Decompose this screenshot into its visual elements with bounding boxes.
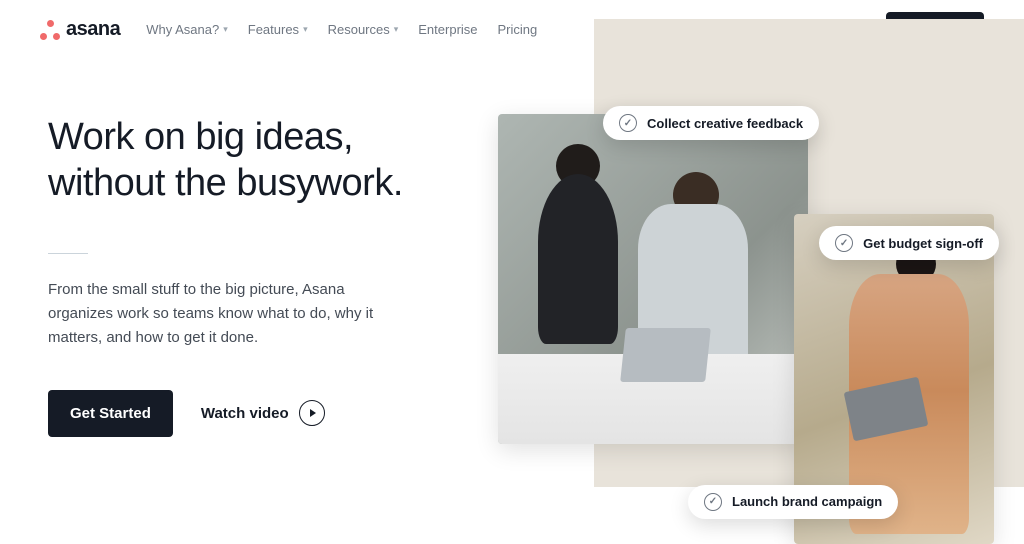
nav-features[interactable]: Features ▾ [248,22,308,37]
nav-item-label: Enterprise [418,22,477,37]
hero: Work on big ideas, without the busywork.… [0,59,1024,437]
asana-logo-icon [40,20,60,40]
task-chip-launch: ✓ Launch brand campaign [688,485,898,519]
hero-copy: Work on big ideas, without the busywork.… [48,114,478,437]
chevron-down-icon: ▾ [394,24,399,35]
watch-video-button[interactable]: Watch video [201,400,325,426]
nav-item-label: Features [248,22,299,37]
primary-nav: Why Asana? ▾ Features ▾ Resources ▾ Ente… [146,22,537,37]
task-chip-label: Collect creative feedback [647,116,803,131]
hero-photo-main [498,114,808,444]
nav-item-label: Resources [328,22,390,37]
check-icon: ✓ [704,493,722,511]
task-chip-feedback: ✓ Collect creative feedback [603,106,819,140]
task-chip-budget: ✓ Get budget sign-off [819,226,999,260]
hero-get-started-button[interactable]: Get Started [48,390,173,437]
play-icon [299,400,325,426]
nav-enterprise[interactable]: Enterprise [418,22,477,37]
chevron-down-icon: ▾ [223,24,228,35]
brand-logo[interactable]: asana [40,18,120,41]
hero-subcopy: From the small stuff to the big picture,… [48,278,408,350]
nav-item-label: Why Asana? [146,22,219,37]
check-icon: ✓ [619,114,637,132]
nav-resources[interactable]: Resources ▾ [328,22,399,37]
hero-headline-line2: without the busywork. [48,162,403,204]
hero-divider [48,253,88,254]
chevron-down-icon: ▾ [303,24,308,35]
hero-headline-line1: Work on big ideas, [48,116,353,158]
task-chip-label: Get budget sign-off [863,236,983,251]
check-icon: ✓ [835,234,853,252]
nav-item-label: Pricing [498,22,538,37]
nav-pricing[interactable]: Pricing [498,22,538,37]
nav-why-asana[interactable]: Why Asana? ▾ [146,22,228,37]
task-chip-label: Launch brand campaign [732,494,882,509]
brand-name: asana [66,18,120,41]
hero-cta-row: Get Started Watch video [48,390,478,437]
watch-video-label: Watch video [201,405,289,422]
hero-image-panel: ✓ Collect creative feedback ✓ Get budget… [498,114,1024,437]
hero-headline: Work on big ideas, without the busywork. [48,114,478,207]
